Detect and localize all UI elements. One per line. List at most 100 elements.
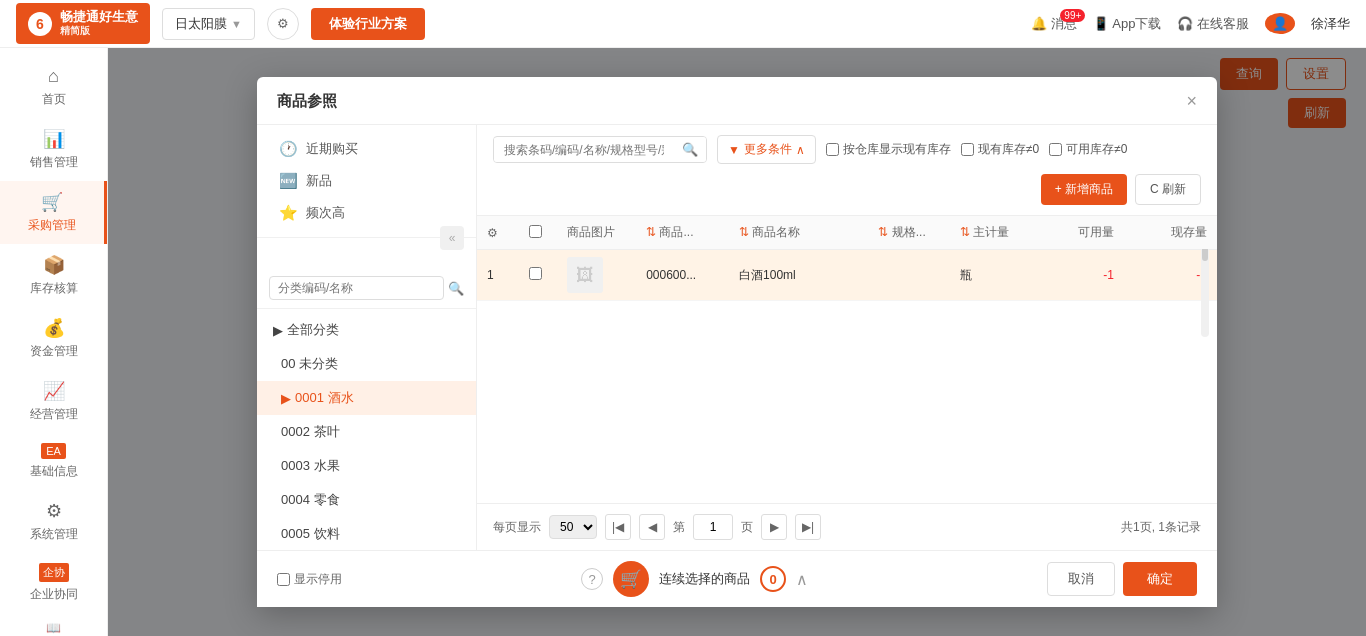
settings-gear-icon[interactable]: ⚙ <box>487 226 498 240</box>
modal-footer: 显示停用 ? 🛒 连续选择的商品 0 ∧ 取消 确定 <box>257 550 1217 607</box>
more-filter-button[interactable]: ▼ 更多条件 ∧ <box>717 135 816 164</box>
available-stock-checkbox[interactable] <box>1049 143 1062 156</box>
quick-tab-recent[interactable]: 🕐 近期购买 <box>269 133 464 165</box>
category-00[interactable]: 00 未分类 <box>257 347 476 381</box>
sort-name-icon: ⇅ <box>739 225 749 239</box>
selector-arrow: ▼ <box>231 18 242 30</box>
modal-header: 商品参照 × <box>257 77 1217 125</box>
category-0001[interactable]: ▶ 0001 酒水 <box>257 381 476 415</box>
col-image-label: 商品图片 <box>567 225 615 239</box>
checkbox-warehouse-stock[interactable]: 按仓库显示现有库存 <box>826 141 951 158</box>
sales-icon: 📊 <box>43 128 65 150</box>
category-0004[interactable]: 0004 零食 <box>257 483 476 517</box>
sidebar: ⌂ 首页 📊 销售管理 🛒 采购管理 📦 库存核算 💰 资金管理 📈 经营管理 … <box>0 48 108 636</box>
checkbox-available-stock[interactable]: 可用库存≠0 <box>1049 141 1127 158</box>
row-checkbox[interactable] <box>529 267 542 280</box>
app-download[interactable]: 📱 App下载 <box>1093 15 1161 33</box>
sidebar-label-system: 系统管理 <box>30 526 78 543</box>
sort-unit-icon: ⇅ <box>960 225 970 239</box>
cancel-button[interactable]: 取消 <box>1047 562 1115 596</box>
cell-spec <box>868 250 949 301</box>
confirm-button[interactable]: 确定 <box>1123 562 1197 596</box>
sidebar-item-finance[interactable]: 💰 资金管理 <box>0 307 107 370</box>
show-disabled-label[interactable]: 显示停用 <box>277 571 342 588</box>
cell-row-no: 1 <box>477 250 519 301</box>
add-product-button[interactable]: + 新增商品 <box>1041 174 1127 205</box>
warehouse-stock-checkbox[interactable] <box>826 143 839 156</box>
col-name-label: 商品名称 <box>752 225 800 239</box>
user-name: 徐泽华 <box>1311 15 1350 33</box>
store-name: 日太阳膜 <box>175 15 227 33</box>
inventory-icon: 📦 <box>43 254 65 276</box>
product-search-box: 🔍 <box>493 136 707 163</box>
quick-tab-new[interactable]: 🆕 新品 <box>269 165 464 197</box>
help-icon[interactable]: ? <box>581 568 603 590</box>
prev-page-button[interactable]: ◀ <box>639 514 665 540</box>
topnav-right: 🔔 99+ 消息 📱 App下载 🎧 在线客服 👤 徐泽华 <box>1031 15 1350 33</box>
modal-close-button[interactable]: × <box>1186 91 1197 112</box>
product-search-input[interactable] <box>494 138 674 162</box>
col-header-spec[interactable]: ⇅ 规格... <box>868 216 949 250</box>
quick-tab-frequent[interactable]: ⭐ 频次高 <box>269 197 464 229</box>
cat-0001-arrow: ▶ <box>281 391 291 406</box>
top-navigation: 6 畅捷通好生意 精简版 日太阳膜 ▼ ⚙ 体验行业方案 🔔 99+ 消息 📱 … <box>0 0 1366 48</box>
product-table: ⚙ 商品图片 ⇅ <box>477 216 1217 301</box>
settings-icon[interactable]: ⚙ <box>267 8 299 40</box>
sidebar-item-purchase[interactable]: 🛒 采购管理 <box>0 181 107 244</box>
select-all-checkbox[interactable] <box>529 225 542 238</box>
sidebar-item-basic[interactable]: EA 基础信息 <box>0 433 107 490</box>
product-search-icon[interactable]: 🔍 <box>674 137 706 162</box>
last-page-button[interactable]: ▶| <box>795 514 821 540</box>
table-row[interactable]: 1 🖼 000600... 白酒100ml <box>477 250 1217 301</box>
footer-center: ? 🛒 连续选择的商品 0 ∧ <box>581 561 808 597</box>
category-search-input[interactable] <box>269 276 444 300</box>
guide-icon: 📖 <box>46 621 61 635</box>
left-panel-collapse-button[interactable]: « <box>440 226 464 250</box>
basic-icon: EA <box>41 443 66 459</box>
available-stock-label: 可用库存≠0 <box>1066 141 1127 158</box>
col-header-avail: 可用量 <box>1031 216 1124 250</box>
trial-button[interactable]: 体验行业方案 <box>311 8 425 40</box>
per-page-select[interactable]: 50 <box>549 515 597 539</box>
sidebar-item-enterprise[interactable]: 企协 企业协同 <box>0 553 107 613</box>
current-stock-checkbox[interactable] <box>961 143 974 156</box>
cat-all-arrow: ▶ <box>273 323 283 338</box>
online-service[interactable]: 🎧 在线客服 <box>1177 15 1249 33</box>
phone-icon: 📱 <box>1093 16 1109 31</box>
store-selector[interactable]: 日太阳膜 ▼ <box>162 8 255 40</box>
sidebar-item-inventory[interactable]: 📦 库存核算 <box>0 244 107 307</box>
total-info: 共1页, 1条记录 <box>1121 519 1201 536</box>
refresh-product-button[interactable]: C 刷新 <box>1135 174 1201 205</box>
show-disabled-checkbox[interactable] <box>277 573 290 586</box>
category-search-icon[interactable]: 🔍 <box>448 281 464 296</box>
sidebar-item-sales[interactable]: 📊 销售管理 <box>0 118 107 181</box>
bell-icon: 🔔 <box>1031 16 1047 31</box>
sidebar-item-guide[interactable]: 📖 新手引导 <box>30 613 78 636</box>
cat-all-label: 全部分类 <box>287 321 339 339</box>
sidebar-item-operation[interactable]: 📈 经营管理 <box>0 370 107 433</box>
logo-icon: 6 <box>28 12 52 36</box>
category-0002[interactable]: 0002 茶叶 <box>257 415 476 449</box>
col-header-unit[interactable]: ⇅ 主计量 <box>950 216 1031 250</box>
category-0005[interactable]: 0005 饮料 <box>257 517 476 550</box>
col-header-no: ⚙ <box>477 216 519 250</box>
notifications[interactable]: 🔔 99+ 消息 <box>1031 15 1077 33</box>
page-number-input[interactable] <box>693 514 733 540</box>
collapse-footer-icon[interactable]: ∧ <box>796 570 808 589</box>
first-page-button[interactable]: |◀ <box>605 514 631 540</box>
sidebar-item-home[interactable]: ⌂ 首页 <box>0 56 107 118</box>
cart-icon[interactable]: 🛒 <box>613 561 649 597</box>
checkbox-current-stock[interactable]: 现有库存≠0 <box>961 141 1039 158</box>
sidebar-item-system[interactable]: ⚙ 系统管理 <box>0 490 107 553</box>
category-all[interactable]: ▶ 全部分类 <box>257 313 476 347</box>
col-header-name[interactable]: ⇅ 商品名称 <box>729 216 868 250</box>
sidebar-label-finance: 资金管理 <box>30 343 78 360</box>
filter-arrow: ∧ <box>796 143 805 157</box>
topnav-center: ⚙ 体验行业方案 <box>255 8 1031 40</box>
next-page-button[interactable]: ▶ <box>761 514 787 540</box>
warehouse-stock-label: 按仓库显示现有库存 <box>843 141 951 158</box>
per-page-label: 每页显示 <box>493 519 541 536</box>
col-header-code[interactable]: ⇅ 商品... <box>636 216 729 250</box>
category-0003[interactable]: 0003 水果 <box>257 449 476 483</box>
quick-tab-recent-label: 近期购买 <box>306 140 358 158</box>
